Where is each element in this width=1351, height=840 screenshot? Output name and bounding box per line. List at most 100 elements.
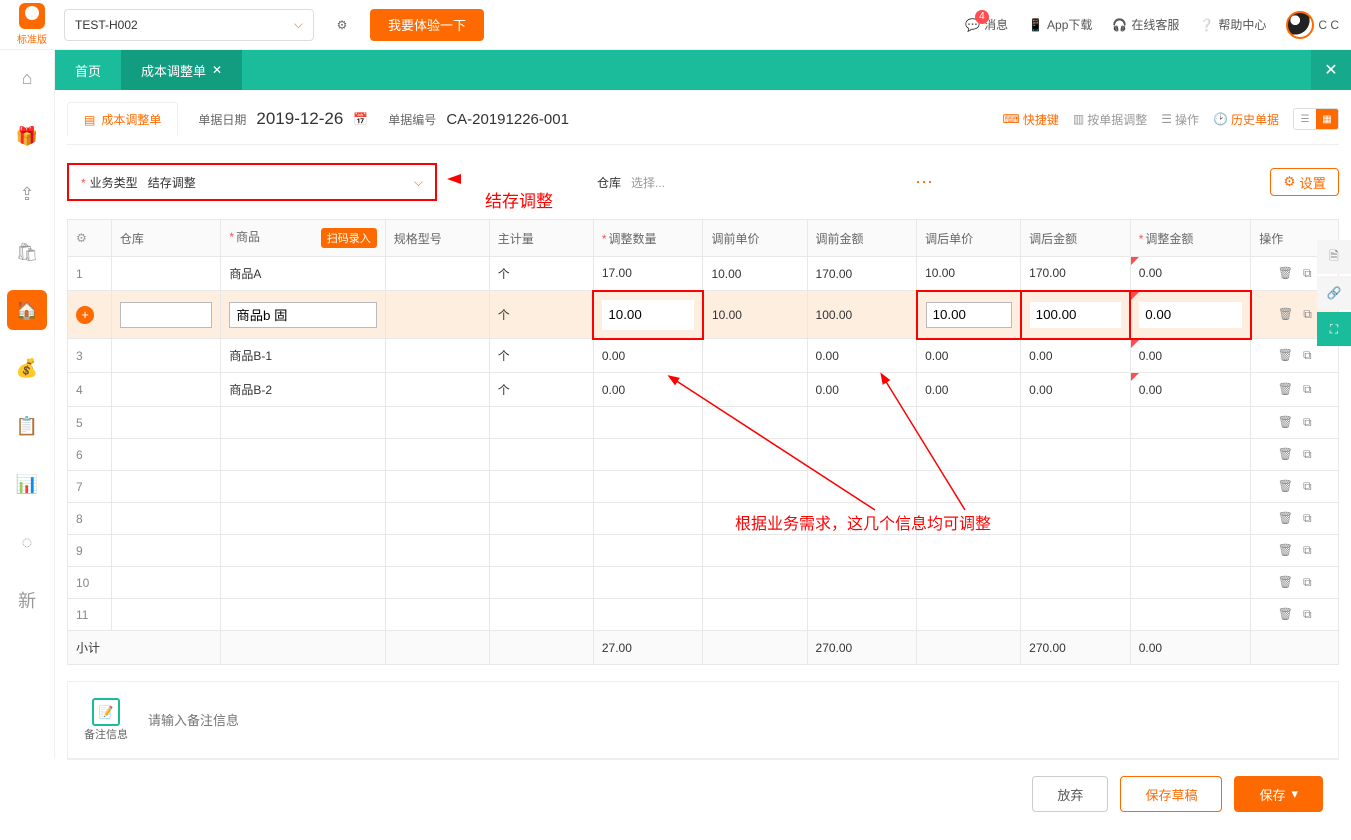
table-row[interactable]: 10🗑⧉ bbox=[68, 567, 1339, 599]
table-row[interactable]: 5🗑⧉ bbox=[68, 407, 1339, 439]
copy-icon[interactable]: ⧉ bbox=[1303, 575, 1312, 590]
table-row[interactable]: 11🗑⧉ bbox=[68, 599, 1339, 631]
per-doc-link[interactable]: ▥ 按单据调整 bbox=[1073, 111, 1147, 128]
delete-icon[interactable]: 🗑 bbox=[1278, 511, 1293, 526]
copy-icon[interactable]: ⧉ bbox=[1303, 415, 1312, 430]
close-panel-button[interactable]: ✕ bbox=[1311, 50, 1351, 90]
scan-button[interactable]: 扫码录入 bbox=[321, 228, 377, 248]
settings-button[interactable]: ⚙ 设置 bbox=[1270, 168, 1339, 196]
nav-money[interactable]: 💰 bbox=[7, 348, 47, 388]
tab-cost-adjustment[interactable]: 成本调整单 ✕ bbox=[121, 50, 242, 90]
rail-note[interactable]: 🗎 bbox=[1317, 240, 1351, 274]
copy-icon[interactable]: ⧉ bbox=[1303, 479, 1312, 494]
settings-button[interactable]: ⚙ bbox=[326, 9, 358, 41]
discard-button[interactable]: 放弃 bbox=[1032, 776, 1108, 812]
document-tab[interactable]: ▤ 成本调整单 bbox=[67, 102, 178, 136]
delete-icon[interactable]: 🗑 bbox=[1278, 266, 1293, 281]
view-list[interactable]: ☰ bbox=[1294, 109, 1316, 129]
rail-expand[interactable]: ⛶ bbox=[1317, 312, 1351, 346]
nav-warehouse[interactable]: 🏠 bbox=[7, 290, 47, 330]
copy-icon[interactable]: ⧉ bbox=[1303, 543, 1312, 558]
table-row[interactable]: 4商品B-2个0.000.000.000.000.00🗑⧉ bbox=[68, 373, 1339, 407]
messages-link[interactable]: 💬 消息 4 bbox=[965, 16, 1008, 33]
nav-home[interactable]: ⌂ bbox=[7, 58, 47, 98]
table-row[interactable]: 6🗑⧉ bbox=[68, 439, 1339, 471]
copy-icon[interactable]: ⧉ bbox=[1303, 382, 1312, 397]
close-icon[interactable]: ✕ bbox=[212, 63, 222, 77]
help-icon: ❔ bbox=[1199, 18, 1214, 32]
gear-icon[interactable]: ⚙ bbox=[76, 231, 87, 245]
column-header: 主计量 bbox=[489, 220, 593, 257]
product-input[interactable] bbox=[229, 302, 376, 328]
message-badge: 4 bbox=[975, 10, 989, 24]
nav-bag[interactable]: 🛍 bbox=[7, 232, 47, 272]
delete-icon[interactable]: 🗑 bbox=[1278, 543, 1293, 558]
column-header: 调前金额 bbox=[807, 220, 917, 257]
more-icon[interactable]: ⋯ bbox=[915, 172, 933, 193]
delete-icon[interactable]: 🗑 bbox=[1278, 607, 1293, 622]
table-row[interactable]: +个10.00100.00🗑⧉ bbox=[68, 291, 1339, 339]
subtotal-row: 小计 27.00 270.00 270.00 0.00 bbox=[68, 631, 1339, 665]
operation-link[interactable]: ☰ 操作 bbox=[1161, 111, 1199, 128]
save-button[interactable]: 保存 ▾ bbox=[1234, 776, 1323, 812]
copy-icon[interactable]: ⧉ bbox=[1303, 607, 1312, 622]
view-toggle: ☰ ▦ bbox=[1293, 108, 1339, 130]
delete-icon[interactable]: 🗑 bbox=[1278, 382, 1293, 397]
copy-icon[interactable]: ⧉ bbox=[1303, 447, 1312, 462]
post-amt-input[interactable] bbox=[1030, 302, 1122, 328]
delete-icon[interactable]: 🗑 bbox=[1278, 348, 1293, 363]
online-service-link[interactable]: 🎧 在线客服 bbox=[1112, 16, 1179, 33]
tab-home[interactable]: 首页 bbox=[55, 50, 121, 90]
date-value: 2019-12-26 bbox=[256, 109, 343, 129]
warehouse-selector[interactable]: 仓库 选择... bbox=[597, 174, 665, 191]
nav-new[interactable]: 新 bbox=[7, 580, 47, 620]
user-menu[interactable]: C C bbox=[1286, 11, 1339, 39]
delete-icon[interactable]: 🗑 bbox=[1278, 307, 1293, 322]
add-row-icon[interactable]: + bbox=[76, 306, 94, 324]
annotation-2: 根据业务需求，这几个信息均可调整 bbox=[735, 510, 991, 534]
warehouse-placeholder: 选择... bbox=[631, 174, 665, 191]
shortcut-link[interactable]: ⌨ 快捷键 bbox=[1003, 111, 1059, 128]
annotation-1: 结存调整 bbox=[485, 187, 553, 212]
nav-gift[interactable]: 🎁 bbox=[7, 116, 47, 156]
delete-icon[interactable]: 🗑 bbox=[1278, 575, 1293, 590]
table-row[interactable]: 9🗑⧉ bbox=[68, 535, 1339, 567]
rail-link[interactable]: 🔗 bbox=[1317, 276, 1351, 310]
document-icon: ▤ bbox=[84, 113, 95, 127]
column-header: 调后单价 bbox=[917, 220, 1021, 257]
table-row[interactable]: 8🗑⧉ bbox=[68, 503, 1339, 535]
post-price-input[interactable] bbox=[926, 302, 1012, 328]
history-link[interactable]: 🕑 历史单据 bbox=[1213, 111, 1279, 128]
nav-report[interactable]: 📊 bbox=[7, 464, 47, 504]
delete-icon[interactable]: 🗑 bbox=[1278, 415, 1293, 430]
view-grid[interactable]: ▦ bbox=[1316, 109, 1338, 129]
nav-clipboard[interactable]: 📋 bbox=[7, 406, 47, 446]
copy-icon[interactable]: ⧉ bbox=[1303, 307, 1312, 322]
biz-type-value: 结存调整 bbox=[148, 176, 196, 190]
remarks-input[interactable] bbox=[148, 713, 1322, 728]
help-center-link[interactable]: ❔ 帮助中心 bbox=[1199, 16, 1266, 33]
logo-label: 标准版 bbox=[17, 31, 47, 46]
save-draft-button[interactable]: 保存草稿 bbox=[1120, 776, 1222, 812]
warehouse-input[interactable] bbox=[120, 302, 213, 328]
qty-input[interactable] bbox=[602, 300, 694, 330]
table-row[interactable]: 7🗑⧉ bbox=[68, 471, 1339, 503]
copy-icon[interactable]: ⧉ bbox=[1303, 511, 1312, 526]
copy-icon[interactable]: ⧉ bbox=[1303, 348, 1312, 363]
nav-refresh[interactable]: ◌ bbox=[7, 522, 47, 562]
right-rail: 🗎 🔗 ⛶ bbox=[1317, 240, 1351, 346]
org-selector[interactable]: TEST-H002 ⌵ bbox=[64, 9, 314, 41]
table-row[interactable]: 3商品B-1个0.000.000.000.000.00🗑⧉ bbox=[68, 339, 1339, 373]
adj-input[interactable] bbox=[1139, 302, 1242, 328]
calendar-icon[interactable]: 📅 bbox=[353, 112, 368, 126]
trial-button[interactable]: 我要体验一下 bbox=[370, 9, 484, 41]
delete-icon[interactable]: 🗑 bbox=[1278, 447, 1293, 462]
copy-icon[interactable]: ⧉ bbox=[1303, 266, 1312, 281]
delete-icon[interactable]: 🗑 bbox=[1278, 479, 1293, 494]
left-nav: ⌂ 🎁 ⇪ 🛍 🏠 💰 📋 📊 ◌ 新 bbox=[0, 50, 55, 759]
table-row[interactable]: 1商品A个17.0010.00170.0010.00170.000.00🗑⧉ bbox=[68, 257, 1339, 291]
business-type-selector[interactable]: *业务类型 结存调整 ⌵ bbox=[67, 163, 437, 201]
app-download-link[interactable]: 📱 App下载 bbox=[1028, 16, 1092, 33]
nav-transfer[interactable]: ⇪ bbox=[7, 174, 47, 214]
notes-icon: 📝 bbox=[92, 698, 120, 726]
